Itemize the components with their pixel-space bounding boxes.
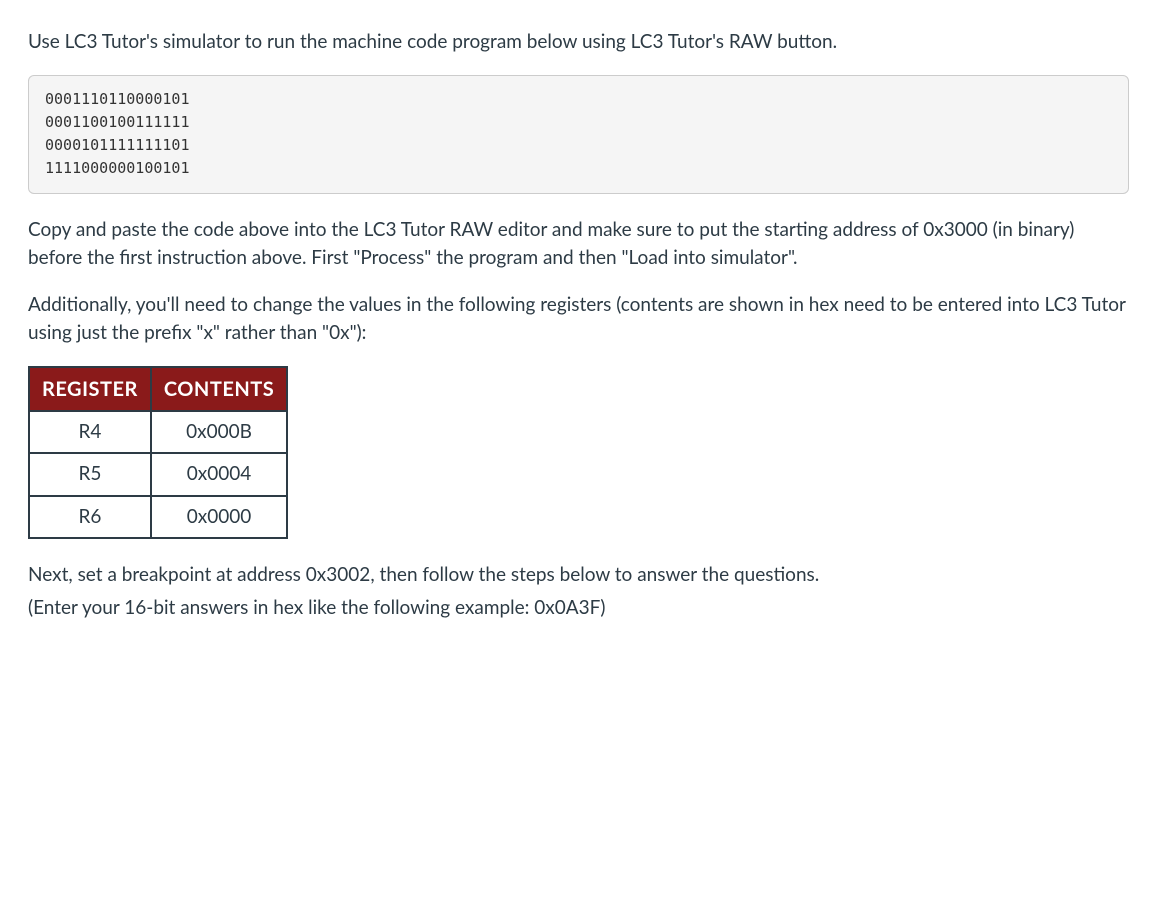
- register-cell: R6: [29, 496, 151, 539]
- contents-cell: 0x0004: [151, 453, 287, 496]
- code-line: 0000101111111101: [45, 136, 190, 154]
- table-header-contents: CONTENTS: [151, 367, 287, 411]
- contents-cell: 0x000B: [151, 411, 287, 454]
- register-table: REGISTER CONTENTS R4 0x000B R5 0x0004 R6…: [28, 366, 288, 540]
- code-line: 1111000000100101: [45, 159, 190, 177]
- code-block: 0001110110000101 0001100100111111 000010…: [28, 75, 1129, 194]
- register-cell: R5: [29, 453, 151, 496]
- code-line: 0001100100111111: [45, 113, 190, 131]
- instructions-paragraph-1: Copy and paste the code above into the L…: [28, 216, 1129, 273]
- answer-format-paragraph: (Enter your 16-bit answers in hex like t…: [28, 594, 1129, 623]
- breakpoint-paragraph: Next, set a breakpoint at address 0x3002…: [28, 561, 1129, 590]
- instructions-paragraph-2: Additionally, you'll need to change the …: [28, 291, 1129, 348]
- contents-cell: 0x0000: [151, 496, 287, 539]
- register-cell: R4: [29, 411, 151, 454]
- table-row: R6 0x0000: [29, 496, 287, 539]
- table-header-register: REGISTER: [29, 367, 151, 411]
- table-row: R5 0x0004: [29, 453, 287, 496]
- intro-paragraph: Use LC3 Tutor's simulator to run the mac…: [28, 28, 1129, 57]
- code-line: 0001110110000101: [45, 90, 190, 108]
- table-row: R4 0x000B: [29, 411, 287, 454]
